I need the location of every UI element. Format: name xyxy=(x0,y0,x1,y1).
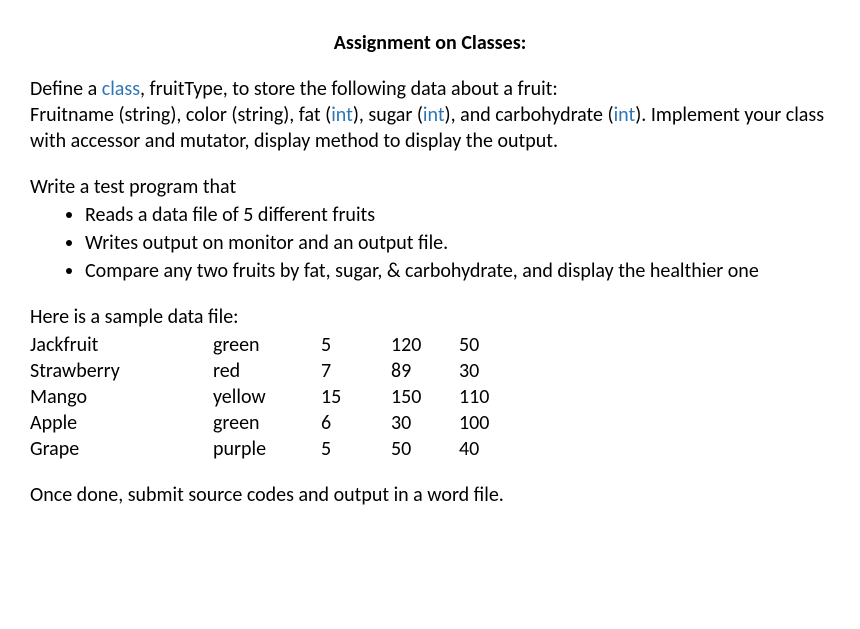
keyword-class: class xyxy=(102,77,140,101)
table-row: Mango yellow 15 150 110 xyxy=(30,384,517,410)
cell-carb: 100 xyxy=(459,410,517,436)
table-row: Strawberry red 7 89 30 xyxy=(30,358,517,384)
cell-fat: 7 xyxy=(321,358,391,384)
sample-data-table: Jackfruit green 5 120 50 Strawberry red … xyxy=(30,332,517,462)
keyword-int-2: int xyxy=(423,103,445,127)
table-row: Grape purple 5 50 40 xyxy=(30,436,517,462)
cell-color: yellow xyxy=(213,384,321,410)
cell-color: green xyxy=(213,410,321,436)
intro-text-2: , fruitType, to store the following data… xyxy=(140,77,558,101)
cell-color: red xyxy=(213,358,321,384)
requirements-list: Reads a data file of 5 different fruits … xyxy=(30,202,830,284)
list-item: Reads a data file of 5 different fruits xyxy=(85,202,830,228)
list-item: Compare any two fruits by fat, sugar, & … xyxy=(85,258,830,284)
cell-fat: 5 xyxy=(321,436,391,462)
sample-data-label: Here is a sample data file: xyxy=(30,304,830,330)
cell-fat: 15 xyxy=(321,384,391,410)
footer-text: Once done, submit source codes and outpu… xyxy=(30,482,830,508)
intro-text-4: ), sugar ( xyxy=(353,103,423,127)
list-item: Writes output on monitor and an output f… xyxy=(85,230,830,256)
cell-name: Mango xyxy=(30,384,213,410)
cell-name: Strawberry xyxy=(30,358,213,384)
cell-carb: 50 xyxy=(459,332,517,358)
cell-carb: 30 xyxy=(459,358,517,384)
intro-paragraph: Define a class, fruitType, to store the … xyxy=(30,76,830,154)
cell-carb: 40 xyxy=(459,436,517,462)
cell-sugar: 50 xyxy=(391,436,459,462)
cell-color: purple xyxy=(213,436,321,462)
intro-text-1: Define a xyxy=(30,77,102,101)
cell-carb: 110 xyxy=(459,384,517,410)
cell-name: Grape xyxy=(30,436,213,462)
keyword-int-3: int xyxy=(614,103,636,127)
cell-sugar: 120 xyxy=(391,332,459,358)
test-program-lead: Write a test program that xyxy=(30,174,830,200)
keyword-int-1: int xyxy=(331,103,353,127)
cell-name: Jackfruit xyxy=(30,332,213,358)
cell-sugar: 89 xyxy=(391,358,459,384)
cell-color: green xyxy=(213,332,321,358)
cell-sugar: 30 xyxy=(391,410,459,436)
cell-name: Apple xyxy=(30,410,213,436)
cell-fat: 5 xyxy=(321,332,391,358)
intro-text-5: ), and carbohydrate ( xyxy=(445,103,614,127)
intro-text-3: Fruitname (string), color (string), fat … xyxy=(30,103,331,127)
page-title: Assignment on Classes: xyxy=(30,30,830,56)
table-row: Jackfruit green 5 120 50 xyxy=(30,332,517,358)
cell-fat: 6 xyxy=(321,410,391,436)
cell-sugar: 150 xyxy=(391,384,459,410)
table-row: Apple green 6 30 100 xyxy=(30,410,517,436)
